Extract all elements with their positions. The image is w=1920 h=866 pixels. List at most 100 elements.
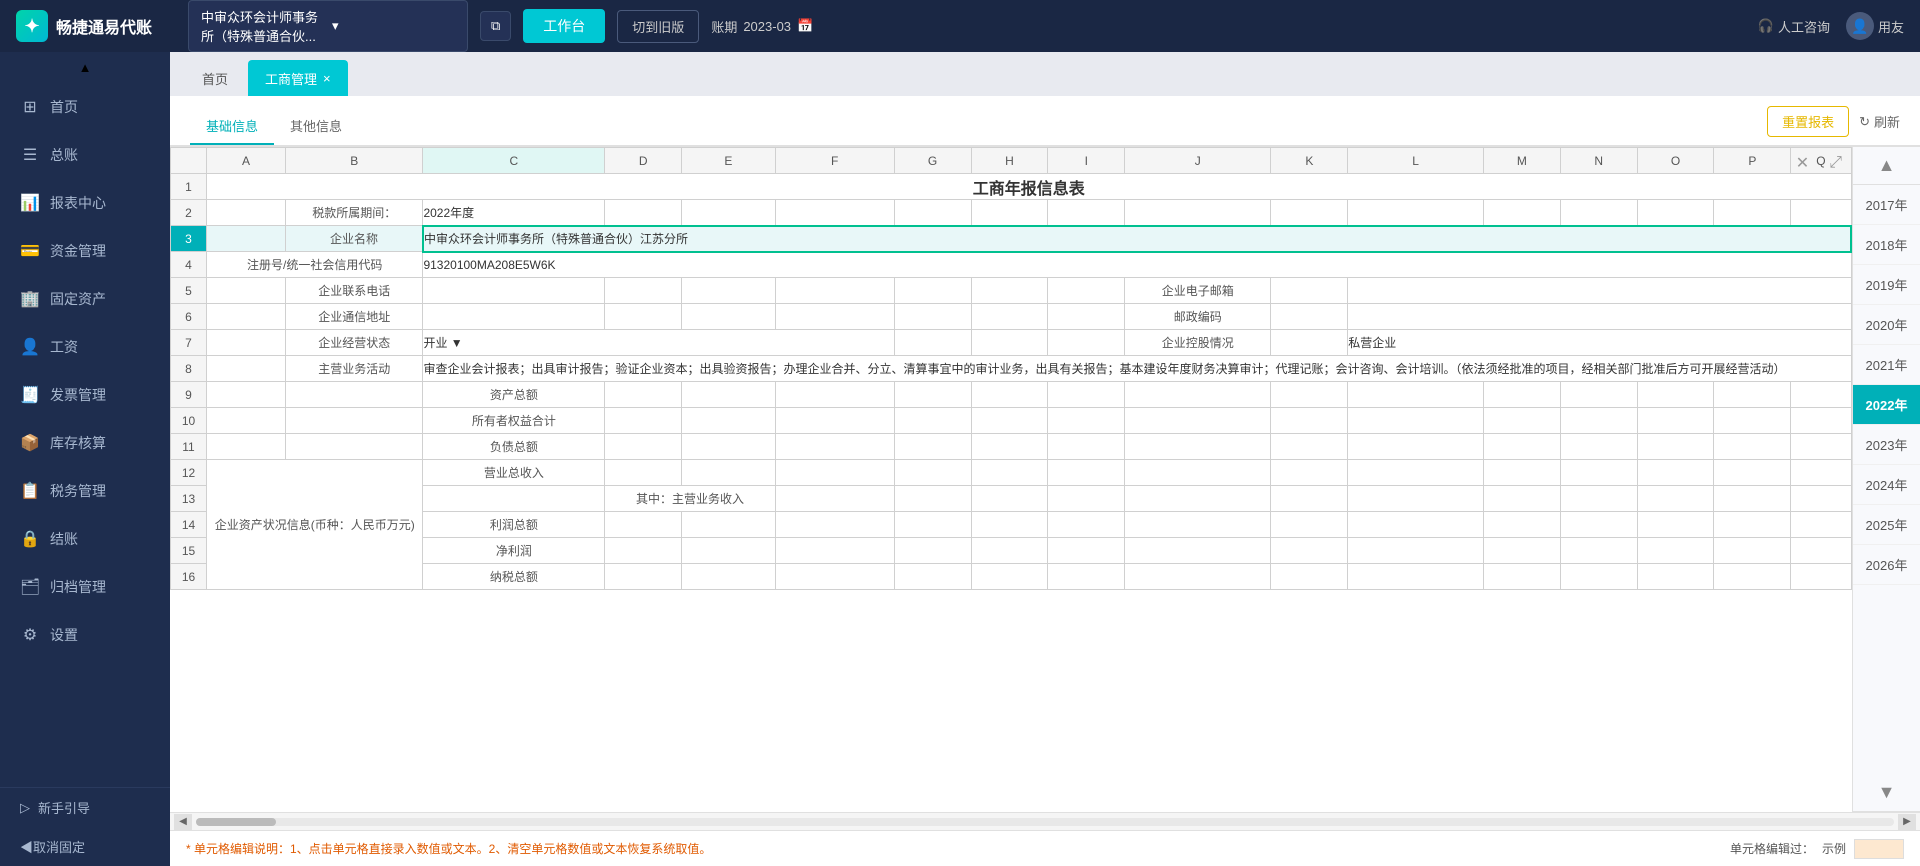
cell-7b[interactable]: 企业经营状态 [286,330,423,356]
expand-panel-button[interactable]: ⤢ [1823,151,1848,175]
sidebar-item-wage[interactable]: 👤 工资 [0,323,170,371]
col-header-h[interactable]: H [971,148,1048,174]
cell-2k[interactable] [1271,200,1348,226]
cell-11d[interactable] [605,434,682,460]
cell-9h[interactable] [971,382,1048,408]
cell-9n[interactable] [1560,382,1637,408]
sidebar-item-settings[interactable]: ⚙ 设置 [0,611,170,659]
col-header-d[interactable]: D [605,148,682,174]
cell-3b[interactable]: 企业名称 [286,226,423,252]
cell-9c[interactable]: 资产总额 [423,382,605,408]
year-item-2026[interactable]: 2026年 [1853,545,1920,585]
cell-9p[interactable] [1714,382,1791,408]
cell-6f[interactable] [775,304,894,330]
cell-12ab-merged[interactable]: 企业资产状况信息(币种：人民币万元) [207,460,423,590]
year-item-2023[interactable]: 2023年 [1853,425,1920,465]
cell-2d[interactable] [605,200,682,226]
cell-13i[interactable] [1048,486,1125,512]
refresh-button[interactable]: ↻ 刷新 [1859,112,1900,131]
cell-5d[interactable] [605,278,682,304]
cell-16h[interactable] [971,564,1048,590]
cell-5i[interactable] [1048,278,1125,304]
col-header-m[interactable]: M [1484,148,1561,174]
sub-tab-basic[interactable]: 基础信息 [190,108,274,145]
cell-6l-merged[interactable] [1348,304,1851,330]
cell-2m[interactable] [1484,200,1561,226]
cell-14m[interactable] [1484,512,1561,538]
cell-7a[interactable] [207,330,286,356]
cell-13l[interactable] [1348,486,1484,512]
cell-7h[interactable] [971,330,1048,356]
cell-15m[interactable] [1484,538,1561,564]
cell-5a[interactable] [207,278,286,304]
cell-10g[interactable] [894,408,971,434]
cell-9i[interactable] [1048,382,1125,408]
cell-13q[interactable] [1791,486,1851,512]
year-nav-up-button[interactable]: ▲ [1853,147,1920,185]
close-panel-button[interactable]: ✕ [1790,151,1815,175]
workbench-button[interactable]: 工作台 [523,9,605,43]
cell-8a[interactable] [207,356,286,382]
cell-10q[interactable] [1791,408,1851,434]
cell-12n[interactable] [1560,460,1637,486]
cell-12g[interactable] [894,460,971,486]
cell-12k[interactable] [1271,460,1348,486]
cell-14g[interactable] [894,512,971,538]
year-item-2024[interactable]: 2024年 [1853,465,1920,505]
cell-2i[interactable] [1048,200,1125,226]
cell-12c[interactable]: 营业总收入 [423,460,605,486]
cell-3a[interactable] [207,226,286,252]
col-header-p[interactable]: P [1714,148,1791,174]
cell-16j[interactable] [1125,564,1271,590]
cell-15h[interactable] [971,538,1048,564]
sidebar-scroll-up[interactable]: ▲ [0,52,170,83]
scroll-thumb[interactable] [196,818,276,826]
cell-2l[interactable] [1348,200,1484,226]
cell-6e[interactable] [682,304,776,330]
cell-9q[interactable] [1791,382,1851,408]
cell-14d[interactable] [605,512,682,538]
year-item-2019[interactable]: 2019年 [1853,265,1920,305]
cell-15c[interactable]: 净利润 [423,538,605,564]
year-item-2021[interactable]: 2021年 [1853,345,1920,385]
cell-11i[interactable] [1048,434,1125,460]
sidebar-item-report[interactable]: 📊 报表中心 [0,179,170,227]
cell-12j[interactable] [1125,460,1271,486]
cell-9k[interactable] [1271,382,1348,408]
cell-13m[interactable] [1484,486,1561,512]
cell-8b[interactable]: 主营业务活动 [286,356,423,382]
cell-14f[interactable] [775,512,894,538]
cell-11k[interactable] [1271,434,1348,460]
cell-15i[interactable] [1048,538,1125,564]
sidebar-item-tax[interactable]: 📋 税务管理 [0,467,170,515]
cell-16d[interactable] [605,564,682,590]
cell-10f[interactable] [775,408,894,434]
cell-9g[interactable] [894,382,971,408]
sidebar-item-asset[interactable]: 🏢 固定资产 [0,275,170,323]
new-guide-button[interactable]: ▷ 新手引导 [0,788,170,827]
unpin-button[interactable]: ◀取消固定 [0,827,170,866]
cell-14h[interactable] [971,512,1048,538]
cell-5e[interactable] [682,278,776,304]
cell-16k[interactable] [1271,564,1348,590]
cell-13o[interactable] [1637,486,1714,512]
cell-2h[interactable] [971,200,1048,226]
cell-10h[interactable] [971,408,1048,434]
cell-9d[interactable] [605,382,682,408]
col-header-o[interactable]: O [1637,148,1714,174]
cell-7j[interactable]: 企业控股情况 [1125,330,1271,356]
cell-11c[interactable]: 负债总额 [423,434,605,460]
cell-11j[interactable] [1125,434,1271,460]
cell-2c[interactable]: 2022年度 [423,200,605,226]
cell-16o[interactable] [1637,564,1714,590]
cell-15e[interactable] [682,538,776,564]
cell-16q[interactable] [1791,564,1851,590]
cell-10j[interactable] [1125,408,1271,434]
cell-12q[interactable] [1791,460,1851,486]
sub-tab-other[interactable]: 其他信息 [274,108,358,145]
cell-15j[interactable] [1125,538,1271,564]
scroll-right-button[interactable]: ▶ [1898,814,1916,830]
reset-report-button[interactable]: 重置报表 [1767,106,1849,137]
cell-14l[interactable] [1348,512,1484,538]
tab-gongshang[interactable]: 工商管理 × [248,60,348,96]
